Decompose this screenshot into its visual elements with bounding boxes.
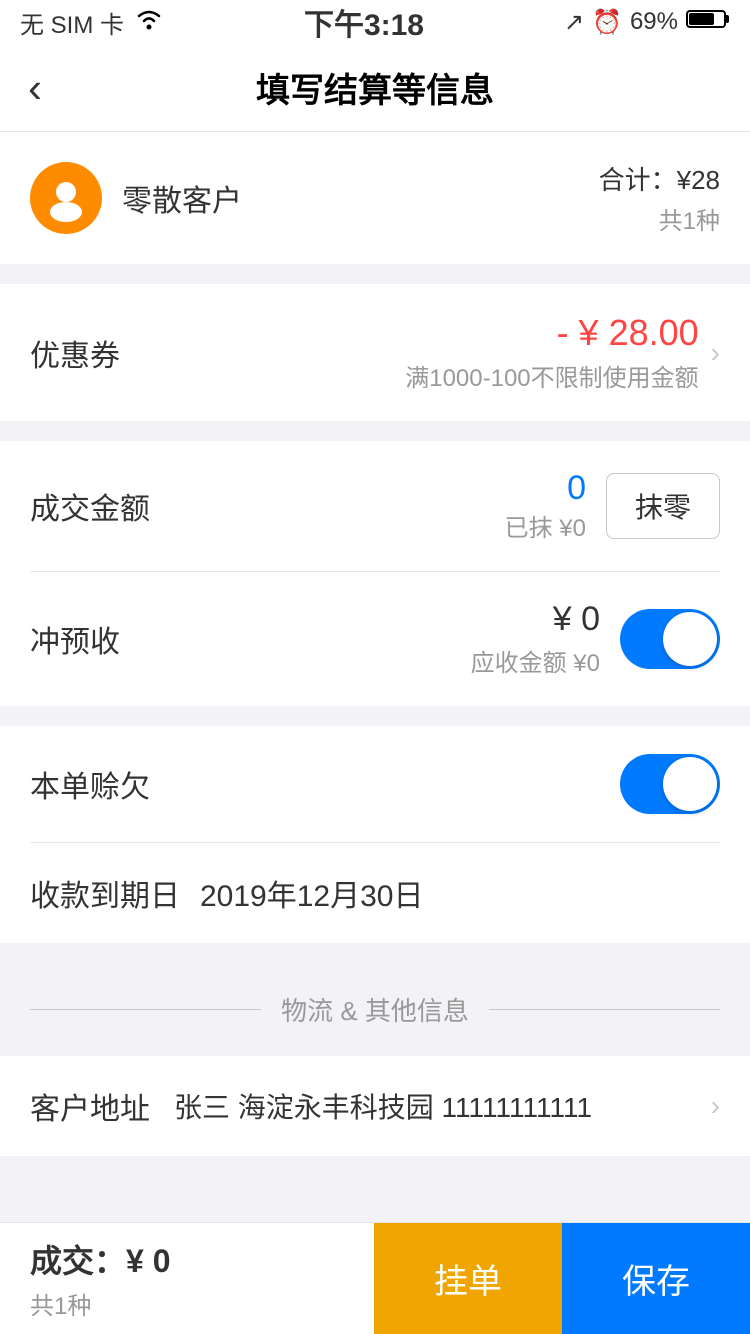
address-chevron-icon: › bbox=[711, 1090, 720, 1122]
advance-toggle[interactable] bbox=[620, 609, 720, 669]
debt-label: 本单赊欠 bbox=[30, 762, 150, 806]
coupon-row[interactable]: 优惠券 - ¥ 28.00 满1000-100不限制使用金额 › bbox=[0, 284, 750, 421]
transaction-amount-block: 0 已抹 ¥0 bbox=[505, 469, 586, 543]
no-sim-label: 无 SIM 卡 bbox=[20, 5, 124, 40]
avatar bbox=[30, 162, 102, 234]
content: 零散客户 合计：¥28 共1种 优惠券 - ¥ 28.00 满1000-100不… bbox=[0, 132, 750, 1276]
coupon-chevron-icon: › bbox=[711, 337, 720, 369]
battery-label: 69% bbox=[630, 8, 678, 36]
page-title: 填写结算等信息 bbox=[256, 63, 494, 112]
bottom-bar: 成交：¥ 0 共1种 挂单 保存 bbox=[0, 1222, 750, 1334]
customer-row: 零散客户 合计：¥28 共1种 bbox=[0, 132, 750, 264]
advance-label: 冲预收 bbox=[30, 617, 120, 661]
already-offset: 已抹 ¥0 bbox=[505, 508, 586, 543]
status-right: ↗ ⏰ 69% bbox=[564, 8, 730, 37]
coupon-amount: - ¥ 28.00 bbox=[405, 312, 698, 354]
bottom-info: 成交：¥ 0 共1种 bbox=[0, 1236, 374, 1321]
debt-row: 本单赊欠 bbox=[0, 726, 750, 842]
customer-section: 零散客户 合计：¥28 共1种 bbox=[0, 132, 750, 264]
nav-bar: ‹ 填写结算等信息 bbox=[0, 44, 750, 132]
duedate-label: 收款到期日 bbox=[30, 871, 180, 915]
total-count: 共1种 bbox=[599, 201, 720, 236]
logistics-title: 物流 & 其他信息 bbox=[281, 991, 469, 1028]
battery-icon bbox=[686, 8, 730, 37]
transaction-section: 成交金额 0 已抹 ¥0 抹零 冲预收 ¥ 0 应收金额 ¥0 bbox=[0, 441, 750, 706]
duedate-row: 收款到期日 2019年12月30日 bbox=[0, 843, 750, 943]
duedate-value: 2019年12月30日 bbox=[200, 871, 423, 915]
location-icon: ↗ bbox=[564, 8, 584, 37]
customer-right: 合计：¥28 共1种 bbox=[599, 160, 720, 236]
logistics-title-row: 物流 & 其他信息 bbox=[30, 991, 720, 1028]
address-label: 客户地址 bbox=[30, 1084, 150, 1128]
customer-left: 零散客户 bbox=[30, 162, 242, 234]
wifi-icon bbox=[134, 8, 164, 37]
coupon-desc: 满1000-100不限制使用金额 bbox=[405, 358, 698, 393]
address-value: 张三 海淀永丰科技园 11111111111 bbox=[174, 1086, 711, 1126]
status-left: 无 SIM 卡 bbox=[20, 5, 164, 40]
transaction-row: 成交金额 0 已抹 ¥0 抹零 bbox=[0, 441, 750, 571]
advance-main-amount: ¥ 0 bbox=[471, 600, 600, 639]
bottom-transaction-label: 成交： bbox=[30, 1243, 126, 1279]
transaction-label: 成交金额 bbox=[30, 484, 150, 528]
address-row[interactable]: 客户地址 张三 海淀永丰科技园 11111111111 › bbox=[0, 1056, 750, 1156]
advance-amounts: ¥ 0 应收金额 ¥0 bbox=[471, 600, 600, 678]
advance-row: 冲预收 ¥ 0 应收金额 ¥0 bbox=[0, 572, 750, 706]
advance-sub-amount: 应收金额 ¥0 bbox=[471, 643, 600, 678]
advance-right: ¥ 0 应收金额 ¥0 bbox=[471, 600, 720, 678]
back-button[interactable]: ‹ bbox=[28, 64, 42, 112]
status-bar: 无 SIM 卡 下午3:18 ↗ ⏰ 69% bbox=[0, 0, 750, 44]
customer-name: 零散客户 bbox=[122, 176, 242, 220]
bottom-transaction: 成交：¥ 0 bbox=[30, 1236, 344, 1282]
debt-section: 本单赊欠 收款到期日 2019年12月30日 bbox=[0, 726, 750, 943]
coupon-label: 优惠券 bbox=[30, 331, 120, 375]
bottom-transaction-amount: ¥ 0 bbox=[126, 1243, 170, 1279]
status-time: 下午3:18 bbox=[304, 0, 424, 44]
logistics-header: 物流 & 其他信息 bbox=[0, 963, 750, 1056]
logistics-line-left bbox=[30, 1009, 261, 1010]
round-button[interactable]: 抹零 bbox=[606, 473, 720, 539]
coupon-right: - ¥ 28.00 满1000-100不限制使用金额 › bbox=[405, 312, 720, 393]
bottom-count: 共1种 bbox=[30, 1286, 344, 1321]
logistics-line-right bbox=[489, 1009, 720, 1010]
coupon-info: - ¥ 28.00 满1000-100不限制使用金额 bbox=[405, 312, 698, 393]
total-label: 合计：¥28 bbox=[599, 160, 720, 197]
debt-toggle[interactable] bbox=[620, 754, 720, 814]
transaction-right: 0 已抹 ¥0 抹零 bbox=[505, 469, 720, 543]
alarm-icon: ⏰ bbox=[592, 8, 622, 37]
save-button[interactable]: 保存 bbox=[562, 1223, 750, 1334]
transaction-amount[interactable]: 0 bbox=[505, 469, 586, 508]
hold-button[interactable]: 挂单 bbox=[374, 1223, 562, 1334]
